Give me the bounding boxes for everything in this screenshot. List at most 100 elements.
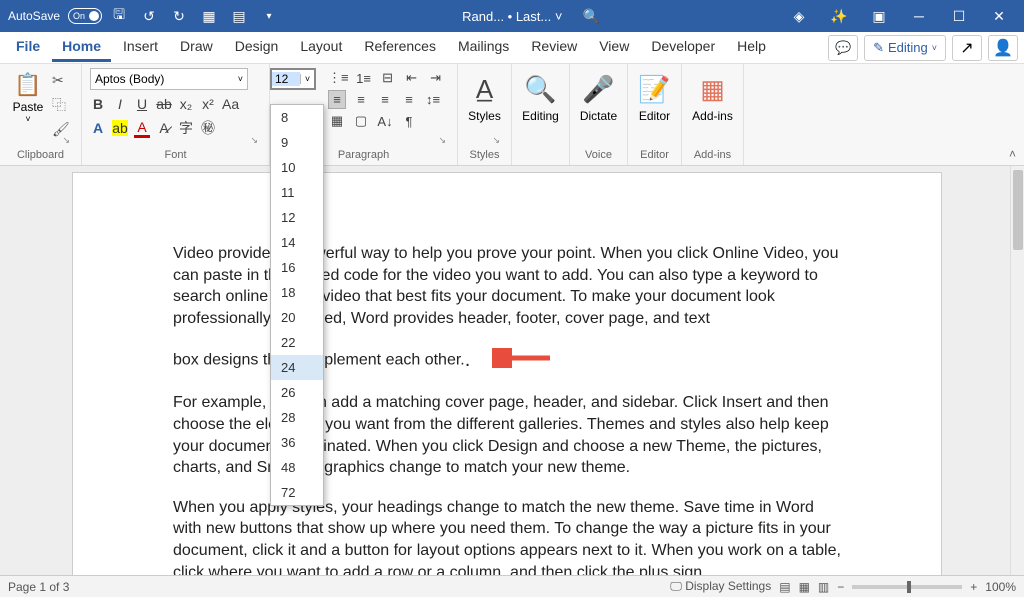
page-indicator[interactable]: Page 1 of 3 <box>8 580 670 594</box>
view-print-icon[interactable]: ▦ <box>799 580 810 594</box>
tab-design[interactable]: Design <box>225 33 289 62</box>
comments-button[interactable]: 💬 <box>828 35 858 61</box>
redo-icon[interactable]: ↻ <box>166 3 192 29</box>
editing-mode-button[interactable]: ✎ Editing ˅ <box>864 35 946 61</box>
sort-button[interactable]: A↓ <box>376 114 394 129</box>
font-launcher[interactable]: ↘ <box>250 135 258 146</box>
bullets-button[interactable]: ⋮≡ <box>328 70 349 86</box>
addins-button[interactable]: ▦ Add-ins <box>690 68 735 123</box>
phonetic-button[interactable]: 字 <box>178 118 194 138</box>
font-size-option-26[interactable]: 26 <box>271 380 323 405</box>
editing-button[interactable]: 🔍 Editing <box>520 68 561 123</box>
share-button[interactable]: ↗ <box>952 35 982 61</box>
shading-button[interactable]: ▦ <box>328 113 346 129</box>
font-size-option-28[interactable]: 28 <box>271 405 323 430</box>
window-icon[interactable]: ▣ <box>860 2 898 30</box>
increase-indent-button[interactable]: ⇥ <box>427 70 445 86</box>
copy-icon[interactable]: ⿻ <box>52 95 70 115</box>
line-spacing-button[interactable]: ↕≡ <box>424 92 442 107</box>
tab-file[interactable]: File <box>6 33 50 62</box>
font-size-option-24[interactable]: 24 <box>271 355 323 380</box>
document-title[interactable]: Rand... • Last... ˅ <box>462 9 562 24</box>
zoom-out-button[interactable]: − <box>837 580 844 594</box>
display-settings-button[interactable]: 🖵 Display Settings <box>670 579 771 594</box>
font-size-option-10[interactable]: 10 <box>271 155 323 180</box>
zoom-level[interactable]: 100% <box>985 580 1016 594</box>
justify-button[interactable]: ≡ <box>400 92 418 107</box>
tab-draw[interactable]: Draw <box>170 33 223 62</box>
tab-home[interactable]: Home <box>52 33 111 62</box>
font-size-option-20[interactable]: 20 <box>271 305 323 330</box>
paste-button[interactable]: 📋 Paste ˅ <box>8 68 48 138</box>
borders-button[interactable]: ▢ <box>352 113 370 129</box>
align-right-button[interactable]: ≡ <box>376 92 394 107</box>
tab-references[interactable]: References <box>354 33 446 62</box>
paragraph-3[interactable]: When you apply styles, your headings cha… <box>173 497 841 575</box>
view-web-icon[interactable]: ▥ <box>818 580 829 594</box>
font-size-option-9[interactable]: 9 <box>271 130 323 155</box>
qat-icon-1[interactable]: ▦ <box>196 3 222 29</box>
tab-review[interactable]: Review <box>521 33 587 62</box>
align-left-button[interactable]: ≡ <box>328 90 346 109</box>
clear-format-button[interactable]: A̷ <box>156 120 172 136</box>
font-size-option-22[interactable]: 22 <box>271 330 323 355</box>
save-icon[interactable]: 🖫 <box>106 3 132 29</box>
scrollbar-thumb[interactable] <box>1013 170 1023 250</box>
qat-customize-icon[interactable]: ▾ <box>256 3 282 29</box>
subscript-button[interactable]: x₂ <box>178 96 194 112</box>
italic-button[interactable]: I <box>112 96 128 112</box>
account-button[interactable]: 👤 <box>988 35 1018 61</box>
change-case-button[interactable]: Aa <box>222 96 239 112</box>
search-icon[interactable]: 🔍 <box>582 8 599 25</box>
align-center-button[interactable]: ≡ <box>352 92 370 107</box>
enclose-button[interactable]: ㊙ <box>200 118 216 138</box>
strike-button[interactable]: ab <box>156 96 172 112</box>
text-effects-button[interactable]: A <box>90 120 106 136</box>
dictate-button[interactable]: 🎤 Dictate <box>578 68 619 123</box>
clipboard-launcher[interactable]: ↘ <box>62 135 70 146</box>
font-size-select[interactable]: 12 ˅ <box>270 68 316 90</box>
tab-help[interactable]: Help <box>727 33 776 62</box>
styles-launcher[interactable]: ↘ <box>492 135 500 146</box>
undo-icon[interactable]: ↺ <box>136 3 162 29</box>
minimize-button[interactable]: ─ <box>900 2 938 30</box>
multilevel-button[interactable]: ⊟ <box>379 70 397 86</box>
underline-button[interactable]: U <box>134 96 150 112</box>
font-size-option-14[interactable]: 14 <box>271 230 323 255</box>
tab-view[interactable]: View <box>589 33 639 62</box>
numbering-button[interactable]: 1≡ <box>355 71 373 86</box>
styles-button[interactable]: A̲ Styles <box>466 68 503 123</box>
bold-button[interactable]: B <box>90 96 106 112</box>
highlight-button[interactable]: ab <box>112 120 128 136</box>
decrease-indent-button[interactable]: ⇤ <box>403 70 421 86</box>
zoom-slider[interactable] <box>852 585 962 589</box>
close-button[interactable]: ✕ <box>980 2 1018 30</box>
show-marks-button[interactable]: ¶ <box>400 114 418 129</box>
font-color-button[interactable]: A <box>134 119 150 138</box>
vertical-scrollbar[interactable] <box>1010 166 1024 575</box>
font-size-option-72[interactable]: 72 <box>271 480 323 505</box>
document-page[interactable]: Video provides a powerful way to help yo… <box>72 172 942 575</box>
tab-developer[interactable]: Developer <box>641 33 725 62</box>
font-size-option-18[interactable]: 18 <box>271 280 323 305</box>
wand-icon[interactable]: ✨ <box>820 2 858 30</box>
tab-insert[interactable]: Insert <box>113 33 168 62</box>
font-size-option-8[interactable]: 8 <box>271 105 323 130</box>
editor-button[interactable]: 📝 Editor <box>636 68 673 123</box>
collapse-ribbon-button[interactable]: ˄ <box>1009 147 1016 161</box>
font-size-option-36[interactable]: 36 <box>271 430 323 455</box>
font-size-option-12[interactable]: 12 <box>271 205 323 230</box>
font-size-option-16[interactable]: 16 <box>271 255 323 280</box>
font-size-option-11[interactable]: 11 <box>271 180 323 205</box>
font-family-select[interactable]: Aptos (Body) ˅ <box>90 68 248 90</box>
diamond-icon[interactable]: ◈ <box>780 2 818 30</box>
tab-mailings[interactable]: Mailings <box>448 33 519 62</box>
chevron-down-icon[interactable]: ˅ <box>300 74 314 84</box>
maximize-button[interactable]: ☐ <box>940 2 978 30</box>
superscript-button[interactable]: x² <box>200 96 216 112</box>
font-size-option-48[interactable]: 48 <box>271 455 323 480</box>
view-read-icon[interactable]: ▤ <box>779 580 790 594</box>
paragraph-launcher[interactable]: ↘ <box>438 135 446 146</box>
autosave-toggle[interactable]: On <box>68 8 102 24</box>
cut-icon[interactable]: ✂ <box>52 72 70 89</box>
